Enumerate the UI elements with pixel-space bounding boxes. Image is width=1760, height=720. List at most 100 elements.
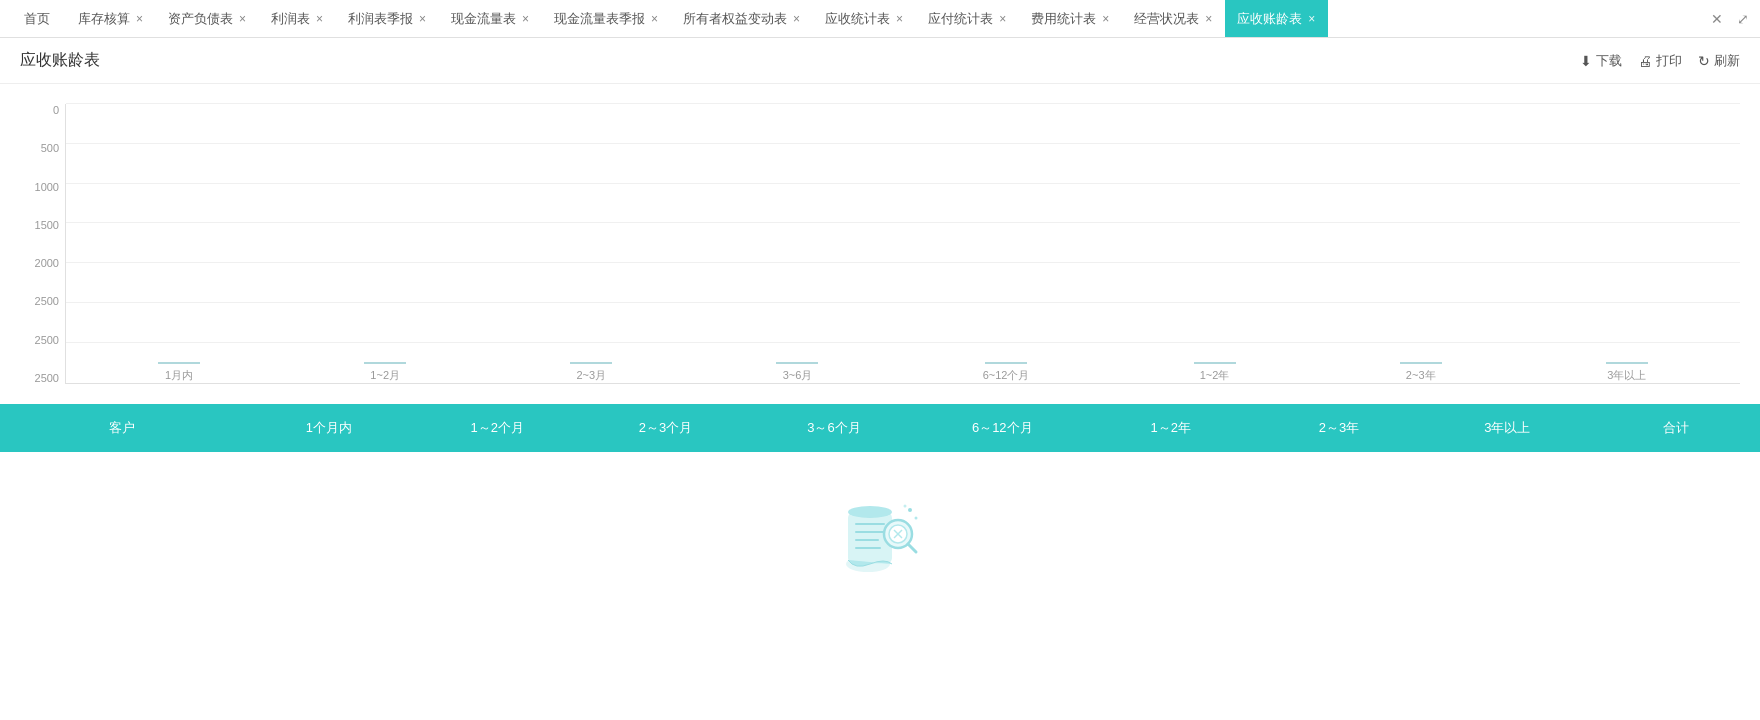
bar-month1 [158,362,200,364]
tab-ar-aging[interactable]: 应收账龄表 × [1225,0,1328,38]
bar-group-month3-6: 3~6月 [776,362,818,383]
bar-label-month1-2: 1~2月 [370,368,400,383]
tab-balance-sheet-label: 资产负债表 [168,10,233,28]
table-col-year1-2: 1～2年 [1086,419,1254,437]
tab-equity-change-label: 所有者权益变动表 [683,10,787,28]
bar-month2-3 [570,362,612,364]
bar-group-year2-3: 2~3年 [1400,362,1442,383]
bar-group-month2-3: 2~3月 [570,362,612,383]
tab-ar-aging-label: 应收账龄表 [1237,10,1302,28]
svg-point-13 [915,517,918,520]
tab-profit-close[interactable]: × [316,12,323,26]
bar-group-month1-2: 1~2月 [364,362,406,383]
download-icon: ⬇ [1580,53,1592,69]
tab-ap-stats[interactable]: 应付统计表 × [916,0,1019,38]
table-col-month6-12: 6～12个月 [918,419,1086,437]
bar-group-month1: 1月内 [158,362,200,383]
tab-ar-aging-close[interactable]: × [1308,12,1315,26]
page-content: 应收账龄表 ⬇ 下载 🖨 打印 ↻ 刷新 2500 2500 2500 20 [0,38,1760,720]
bar-group-month6-12: 6~12个月 [983,362,1030,383]
table-col-year2-3: 2～3年 [1255,419,1423,437]
tab-profit[interactable]: 利润表 × [259,0,336,38]
print-icon: 🖨 [1638,53,1652,69]
download-label: 下载 [1596,52,1622,70]
tab-balance-sheet-close[interactable]: × [239,12,246,26]
tab-cashflow-quarterly-close[interactable]: × [651,12,658,26]
bar-year1-2 [1194,362,1236,364]
table-col-month1-2: 1～2个月 [413,419,581,437]
bar-label-month2-3: 2~3月 [577,368,607,383]
tab-operations-close[interactable]: × [1205,12,1212,26]
table-col-month3-6: 3～6个月 [750,419,918,437]
bar-label-year1-2: 1~2年 [1200,368,1230,383]
tab-operations[interactable]: 经营状况表 × [1122,0,1225,38]
tab-profit-quarterly[interactable]: 利润表季报 × [336,0,439,38]
tab-cashflow[interactable]: 现金流量表 × [439,0,542,38]
bar-group-year1-2: 1~2年 [1194,362,1236,383]
table-col-month1: 1个月内 [245,419,413,437]
bar-label-month3-6: 3~6月 [783,368,813,383]
tab-balance-sheet[interactable]: 资产负债表 × [156,0,259,38]
tab-inventory[interactable]: 库存核算 × [66,0,156,38]
bar-month3-6 [776,362,818,364]
tab-expense-stats-close[interactable]: × [1102,12,1109,26]
tab-profit-quarterly-close[interactable]: × [419,12,426,26]
tab-inventory-close[interactable]: × [136,12,143,26]
tab-cashflow-close[interactable]: × [522,12,529,26]
download-button[interactable]: ⬇ 下载 [1580,52,1622,70]
table-col-month2-3: 2～3个月 [581,419,749,437]
table-header: 客户 1个月内 1～2个月 2～3个月 3～6个月 6～12个月 1～2年 2～… [0,404,1760,452]
chart-inner: 1月内 1~2月 2~3月 3~6月 [65,104,1740,384]
bar-label-year2-3: 2~3年 [1406,368,1436,383]
tab-inventory-label: 库存核算 [78,10,130,28]
tab-expense-stats[interactable]: 费用统计表 × [1019,0,1122,38]
bar-label-month6-12: 6~12个月 [983,368,1030,383]
tab-ar-stats-close[interactable]: × [896,12,903,26]
tab-cashflow-quarterly-label: 现金流量表季报 [554,10,645,28]
tab-ap-stats-close[interactable]: × [999,12,1006,26]
bar-month1-2 [364,362,406,364]
tab-ar-stats[interactable]: 应收统计表 × [813,0,916,38]
tab-cashflow-quarterly[interactable]: 现金流量表季报 × [542,0,671,38]
tab-profit-label: 利润表 [271,10,310,28]
print-button[interactable]: 🖨 打印 [1638,52,1682,70]
window-maximize-btn[interactable]: ⤢ [1734,10,1752,28]
tab-home[interactable]: 首页 [8,10,66,28]
tab-ap-stats-label: 应付统计表 [928,10,993,28]
bar-month6-12 [985,362,1027,364]
refresh-button[interactable]: ↻ 刷新 [1698,52,1740,70]
window-close-btn[interactable]: ✕ [1708,10,1726,28]
bar-label-month1: 1月内 [165,368,193,383]
print-label: 打印 [1656,52,1682,70]
tab-equity-change-close[interactable]: × [793,12,800,26]
bar-group-year3plus: 3年以上 [1606,362,1648,383]
tab-bar: 首页 库存核算 × 资产负债表 × 利润表 × 利润表季报 × 现金流量表 × … [0,0,1760,38]
chart-y-axis: 2500 2500 2500 2000 1500 1000 500 0 [20,104,65,384]
svg-point-14 [904,505,907,508]
table-col-customer: 客户 [0,419,245,437]
tab-ar-stats-label: 应收统计表 [825,10,890,28]
tab-profit-quarterly-label: 利润表季报 [348,10,413,28]
tab-operations-label: 经营状况表 [1134,10,1199,28]
bar-year3plus [1606,362,1648,364]
svg-line-11 [908,544,916,552]
empty-state-icon [830,492,930,577]
bar-label-year3plus: 3年以上 [1607,368,1646,383]
svg-point-12 [908,508,912,512]
refresh-icon: ↻ [1698,53,1710,69]
header-actions: ⬇ 下载 🖨 打印 ↻ 刷新 [1580,52,1740,70]
page-header: 应收账龄表 ⬇ 下载 🖨 打印 ↻ 刷新 [0,38,1760,84]
table-col-total: 合计 [1592,419,1760,437]
refresh-label: 刷新 [1714,52,1740,70]
page-title: 应收账龄表 [20,50,100,71]
chart-area: 2500 2500 2500 2000 1500 1000 500 0 [0,84,1760,404]
bar-year2-3 [1400,362,1442,364]
tab-cashflow-label: 现金流量表 [451,10,516,28]
chart-container: 2500 2500 2500 2000 1500 1000 500 0 [20,104,1740,384]
svg-point-2 [848,506,892,518]
window-controls: ✕ ⤢ [1708,10,1752,28]
tab-equity-change[interactable]: 所有者权益变动表 × [671,0,813,38]
empty-state [0,452,1760,617]
tab-expense-stats-label: 费用统计表 [1031,10,1096,28]
table-col-year3plus: 3年以上 [1423,419,1591,437]
